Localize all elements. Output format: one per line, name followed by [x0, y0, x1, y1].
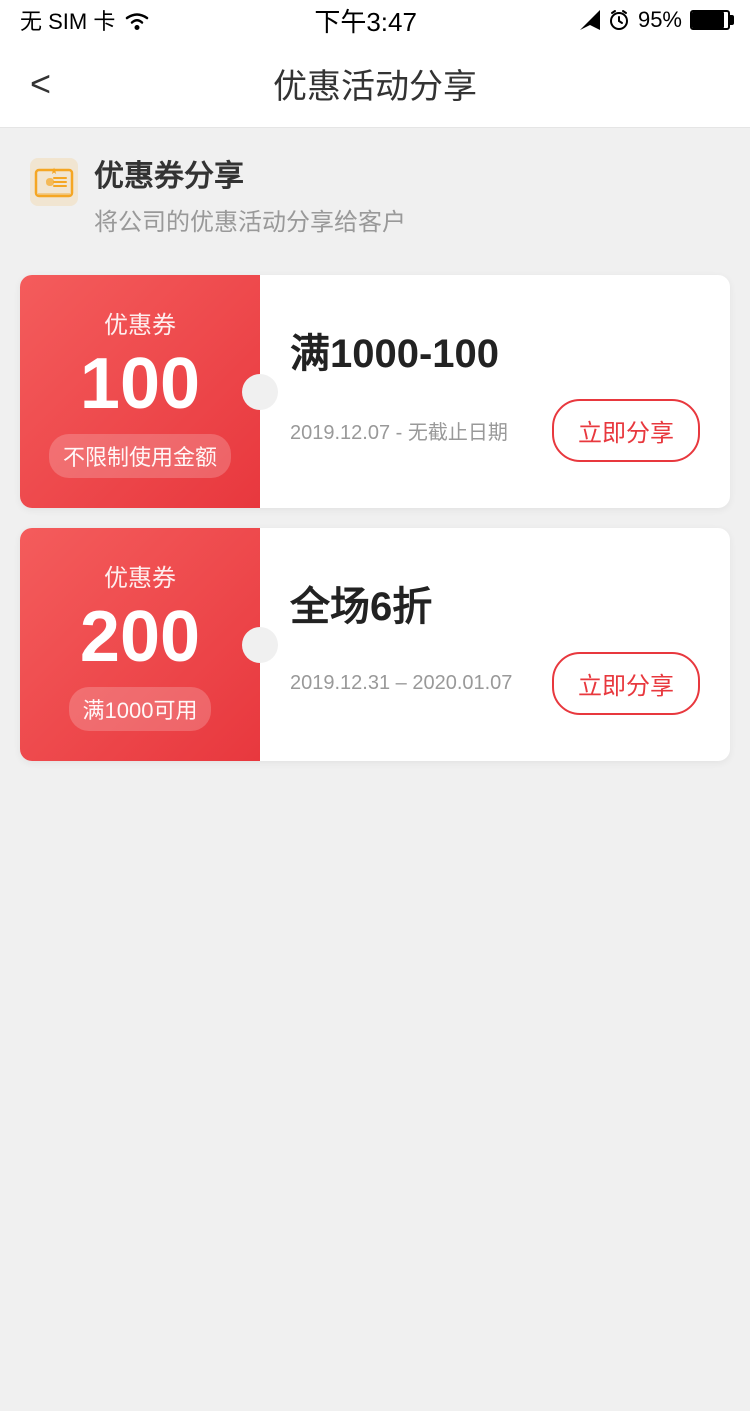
nav-bar: < 优惠活动分享 — [0, 40, 750, 128]
battery-text: 95% — [638, 7, 682, 33]
section-header: ★ 优惠券分享 将公司的优惠活动分享给客户 — [0, 128, 750, 255]
section-text: 优惠券分享 将公司的优惠活动分享给客户 — [94, 156, 406, 237]
wifi-icon — [123, 9, 151, 31]
share-button-1[interactable]: 立即分享 — [552, 399, 700, 462]
coupon-left-1: 优惠券 100 不限制使用金额 — [20, 275, 260, 508]
coupon-label-1: 优惠券 — [104, 305, 176, 340]
status-right: 95% — [580, 7, 730, 33]
coupon-bottom-1: 2019.12.07 - 无截止日期 立即分享 — [290, 399, 700, 462]
no-sim-text: 无 SIM 卡 — [20, 4, 115, 36]
coupon-list: 优惠券 100 不限制使用金额 满1000-100 2019.12.07 - 无… — [0, 275, 750, 811]
coupon-bottom-2: 2019.12.31 – 2020.01.07 立即分享 — [290, 652, 700, 715]
coupon-date-2: 2019.12.31 – 2020.01.07 — [290, 672, 536, 695]
coupon-value-2: 200 — [80, 601, 200, 673]
location-icon — [580, 10, 600, 30]
coupon-share-icon: ★ — [30, 158, 78, 206]
coupon-date-1: 2019.12.07 - 无截止日期 — [290, 416, 536, 445]
section-desc: 将公司的优惠活动分享给客户 — [94, 202, 406, 237]
coupon-value-1: 100 — [80, 348, 200, 420]
back-button[interactable]: < — [30, 63, 51, 105]
coupon-condition-2: 满1000可用 — [69, 687, 212, 731]
alarm-icon — [608, 9, 630, 31]
nav-title: 优惠活动分享 — [273, 59, 477, 108]
share-button-2[interactable]: 立即分享 — [552, 652, 700, 715]
coupon-card-2: 优惠券 200 满1000可用 全场6折 2019.12.31 – 2020.0… — [20, 528, 730, 761]
status-left: 无 SIM 卡 — [20, 4, 151, 36]
section-title: 优惠券分享 — [94, 156, 406, 198]
empty-area — [0, 811, 750, 1411]
status-bar: 无 SIM 卡 下午3:47 95% — [0, 0, 750, 40]
coupon-card: 优惠券 100 不限制使用金额 满1000-100 2019.12.07 - 无… — [20, 275, 730, 508]
battery-icon — [690, 10, 730, 30]
coupon-condition-1: 不限制使用金额 — [49, 434, 231, 478]
coupon-label-2: 优惠券 — [104, 558, 176, 593]
status-time: 下午3:47 — [314, 2, 417, 39]
coupon-left-2: 优惠券 200 满1000可用 — [20, 528, 260, 761]
coupon-name-2: 全场6折 — [290, 574, 700, 632]
svg-text:★: ★ — [50, 166, 58, 176]
coupon-right-1: 满1000-100 2019.12.07 - 无截止日期 立即分享 — [260, 275, 730, 508]
coupon-right-2: 全场6折 2019.12.31 – 2020.01.07 立即分享 — [260, 528, 730, 761]
coupon-name-1: 满1000-100 — [290, 321, 700, 379]
